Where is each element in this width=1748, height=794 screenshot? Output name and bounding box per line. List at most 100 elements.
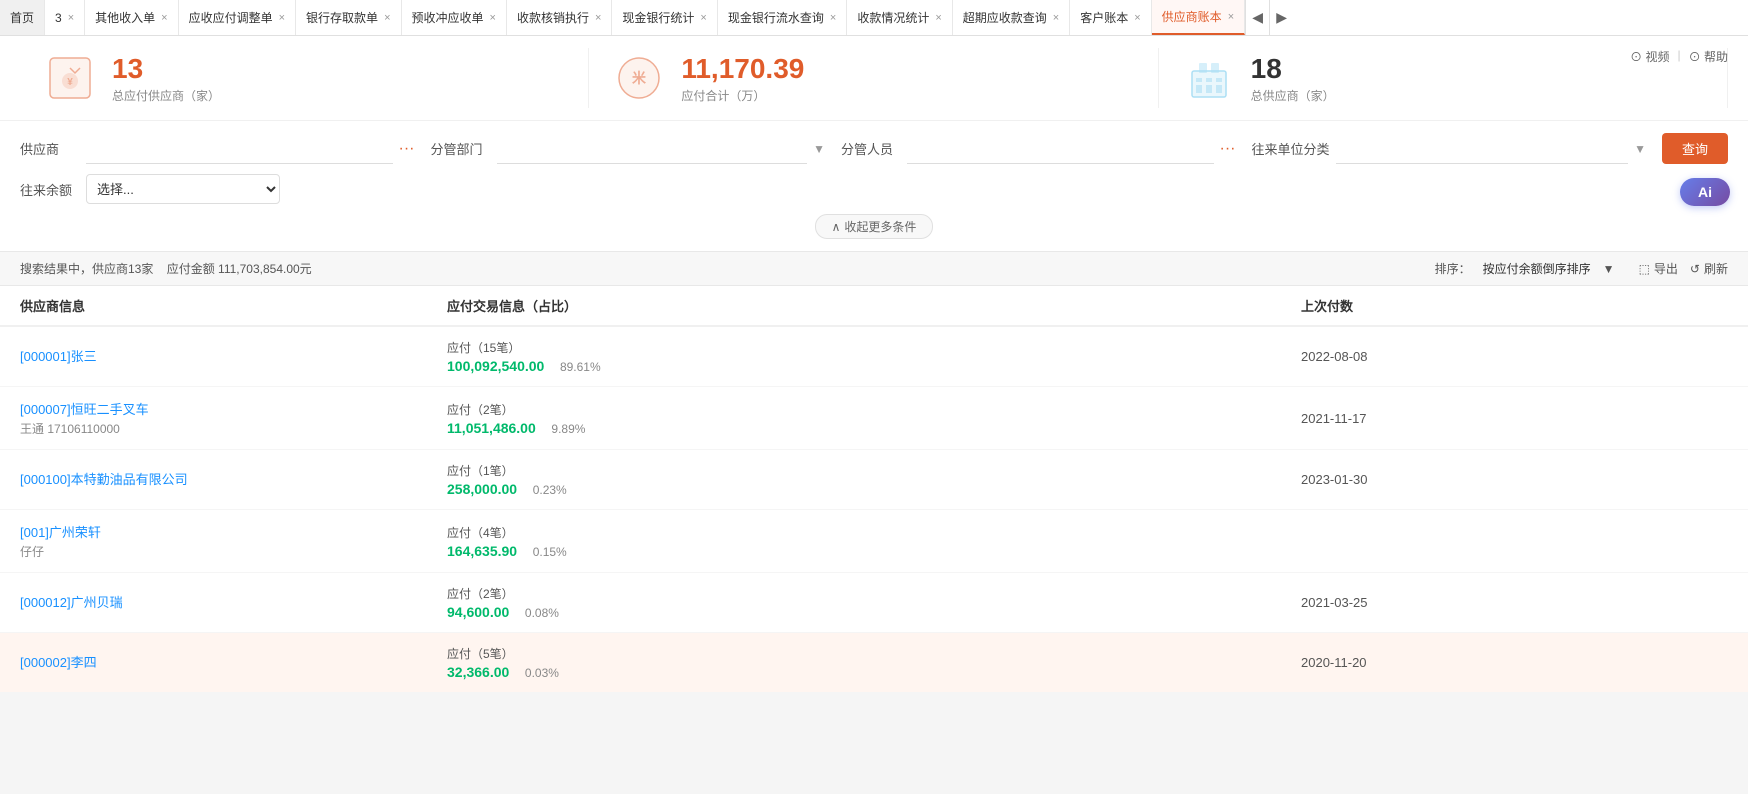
search-button[interactable]: 查询 [1662, 133, 1728, 164]
supplier-link-4[interactable]: [001]广州荣轩 [20, 525, 101, 540]
supplier-link-2[interactable]: [000007]恒旺二手叉车 [20, 402, 149, 417]
supplier-input[interactable] [86, 134, 393, 164]
payable-label-6: 应付（5笔） [447, 645, 1301, 662]
close-tab-bank-deposit-icon[interactable]: × [384, 12, 390, 24]
supplier-link-6[interactable]: [000002]李四 [20, 655, 97, 670]
collapse-row: ∧ 收起更多条件 [20, 214, 1728, 239]
payable-suppliers-label: 总应付供应商（家） [112, 87, 220, 104]
close-tab-cash-bank-flow-icon[interactable]: × [830, 12, 836, 24]
supplier-cell-2: [000007]恒旺二手叉车 王通 17106110000 [20, 399, 447, 437]
close-tab-supplier-ledger-icon[interactable]: × [1228, 11, 1234, 23]
close-tab-other-income-icon[interactable]: × [161, 12, 167, 24]
filter-row-1: 供应商 ··· 分管部门 ▼ 分管人员 ··· 往来单位分类 ▼ 查询 [20, 133, 1728, 164]
person-input[interactable] [907, 134, 1214, 164]
nav-tab-other-income[interactable]: 其他收入单 × [85, 0, 178, 35]
nav-tab-cash-bank-stat[interactable]: 现金银行统计 × [612, 0, 717, 35]
help-icon: ⊙ [1689, 50, 1701, 64]
nav-tab-3[interactable]: 3 × [45, 0, 85, 35]
payable-suppliers-content: 13 总应付供应商（家） [112, 52, 220, 105]
close-tab-3-icon[interactable]: × [68, 12, 74, 24]
ai-button[interactable]: Ai [1680, 178, 1730, 206]
nav-tab-prepay-ar-label: 预收冲应收单 [412, 9, 484, 26]
payable-cell-1: 应付（15笔） 100,092,540.00 89.61% [447, 339, 1301, 374]
payable-cell-2: 应付（2笔） 11,051,486.00 9.89% [447, 401, 1301, 436]
close-tab-prepay-ar-icon[interactable]: × [490, 12, 496, 24]
collapse-label: 收起更多条件 [844, 218, 916, 235]
nav-tab-prepay-ar[interactable]: 预收冲应收单 × [402, 0, 507, 35]
total-suppliers-icon [1179, 48, 1239, 108]
nav-tab-overdue-ar[interactable]: 超期应收款查询 × [953, 0, 1070, 35]
payable-amount-4[interactable]: 164,635.90 [447, 543, 517, 559]
payable-suppliers-number: 13 [112, 52, 220, 86]
results-actions: 排序： 按应付余额倒序排序 ▼ ⬚ 导出 ↺ 刷新 [1435, 260, 1728, 277]
nav-tab-bank-deposit[interactable]: 银行存取款单 × [296, 0, 401, 35]
nav-tab-collection-stat-label: 收款情况统计 [857, 9, 929, 26]
payable-cell-6: 应付（5笔） 32,366.00 0.03% [447, 645, 1301, 680]
nav-tab-3-label: 3 [55, 11, 62, 25]
close-tab-overdue-ar-icon[interactable]: × [1053, 12, 1059, 24]
table-row: [000007]恒旺二手叉车 王通 17106110000 应付（2笔） 11,… [0, 387, 1748, 450]
supplier-link-1[interactable]: [000001]张三 [20, 349, 97, 364]
payable-total-label: 应付合计（万） [681, 87, 804, 104]
nav-tab-cash-bank-flow-label: 现金银行流水查询 [728, 9, 824, 26]
balance-label: 往来余额 [20, 180, 80, 199]
nav-tab-ar-ap-adjust[interactable]: 应收应付调整单 × [179, 0, 296, 35]
nav-tab-home[interactable]: 首页 [0, 0, 45, 35]
svg-text:米: 米 [632, 70, 647, 86]
payable-amount-5[interactable]: 94,600.00 [447, 604, 509, 620]
category-dropdown-icon[interactable]: ▼ [1634, 142, 1646, 156]
nav-tab-supplier-ledger[interactable]: 供应商账本 × [1152, 0, 1245, 35]
sort-label: 排序： [1435, 260, 1471, 277]
close-tab-customer-ledger-icon[interactable]: × [1134, 12, 1140, 24]
nav-right-arrow[interactable]: ▶ [1269, 0, 1293, 35]
person-dots-icon[interactable]: ··· [1220, 140, 1236, 158]
dept-input[interactable] [497, 134, 808, 164]
table-row: [000012]广州贝瑞 应付（2笔） 94,600.00 0.08% 2021… [0, 573, 1748, 633]
nav-left-arrow[interactable]: ◀ [1245, 0, 1269, 35]
table-row: [000002]李四 应付（5笔） 32,366.00 0.03% 2020-1… [0, 633, 1748, 693]
help-link[interactable]: ⊙ 帮助 [1689, 48, 1728, 65]
close-tab-cash-bank-stat-icon[interactable]: × [700, 12, 706, 24]
payable-amount-6[interactable]: 32,366.00 [447, 664, 509, 680]
nav-tab-customer-ledger[interactable]: 客户账本 × [1070, 0, 1151, 35]
payable-suppliers-icon: ¥ [40, 48, 100, 108]
nav-tab-other-income-label: 其他收入单 [95, 9, 155, 26]
svg-text:¥: ¥ [67, 77, 73, 88]
summary-payable-suppliers: ¥ 13 总应付供应商（家） [20, 48, 589, 108]
nav-tab-ar-ap-adjust-label: 应收应付调整单 [189, 9, 273, 26]
payable-total-content: 11,170.39 应付合计（万） [681, 52, 804, 105]
close-tab-collection-exec-icon[interactable]: × [595, 12, 601, 24]
supplier-dots-icon[interactable]: ··· [399, 140, 415, 158]
payable-amount-1[interactable]: 100,092,540.00 [447, 358, 544, 374]
dept-dropdown-icon[interactable]: ▼ [813, 142, 825, 156]
collapse-button[interactable]: ∧ 收起更多条件 [815, 214, 934, 239]
payable-amount-2[interactable]: 11,051,486.00 [447, 420, 536, 436]
filter-row-2: 往来余额 选择... [20, 174, 1728, 204]
export-button[interactable]: ⬚ 导出 [1639, 260, 1678, 277]
refresh-button[interactable]: ↺ 刷新 [1690, 260, 1728, 277]
nav-tab-cash-bank-flow[interactable]: 现金银行流水查询 × [718, 0, 847, 35]
sort-option[interactable]: 按应付余额倒序排序 [1483, 260, 1591, 277]
table-row: [001]广州荣轩 仔仔 应付（4笔） 164,635.90 0.15% [0, 510, 1748, 573]
refresh-label: 刷新 [1704, 260, 1728, 277]
nav-tab-collection-exec[interactable]: 收款核销执行 × [507, 0, 612, 35]
total-suppliers-content: 18 总供应商（家） [1251, 52, 1335, 105]
data-table: 供应商信息 应付交易信息（占比） 上次付数 [000001]张三 应付（15笔）… [0, 286, 1748, 693]
filter-category: 往来单位分类 ▼ [1252, 134, 1647, 164]
balance-select[interactable]: 选择... [86, 174, 280, 204]
results-info: 搜索结果中，供应商13家 应付金额 111,703,854.00元 [20, 260, 312, 277]
supplier-link-3[interactable]: [000100]本特勤油品有限公司 [20, 472, 188, 487]
payable-percent-2: 9.89% [551, 422, 585, 436]
video-link[interactable]: ⊙ 视频 [1630, 48, 1669, 65]
close-tab-ar-ap-adjust-icon[interactable]: × [279, 12, 285, 24]
category-input[interactable] [1336, 134, 1629, 164]
payable-amount-3[interactable]: 258,000.00 [447, 481, 517, 497]
col-payable-info: 应付交易信息（占比） [447, 296, 1301, 315]
sort-dropdown-icon[interactable]: ▼ [1603, 262, 1615, 276]
nav-tab-overdue-ar-label: 超期应收款查询 [963, 9, 1047, 26]
supplier-label: 供应商 [20, 139, 80, 158]
nav-tab-collection-stat[interactable]: 收款情况统计 × [847, 0, 952, 35]
supplier-link-5[interactable]: [000012]广州贝瑞 [20, 595, 123, 610]
close-tab-collection-stat-icon[interactable]: × [935, 12, 941, 24]
payable-percent-4: 0.15% [533, 545, 567, 559]
